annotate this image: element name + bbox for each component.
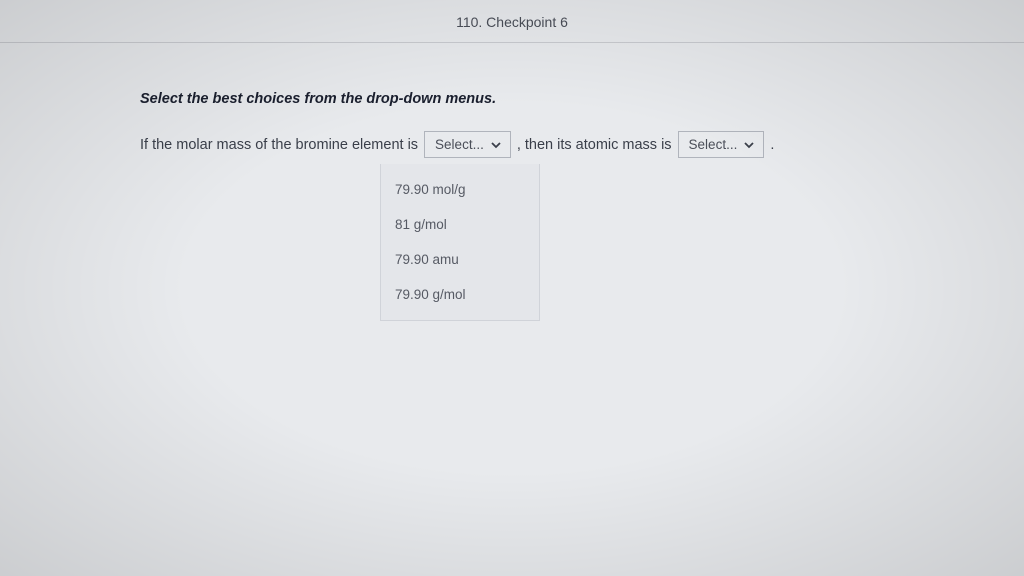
dropdown-option[interactable]: 79.90 amu	[381, 242, 539, 277]
atomic-mass-select[interactable]: Select...	[678, 131, 765, 158]
question-title: 110. Checkpoint 6	[456, 14, 568, 30]
molar-mass-select[interactable]: Select...	[424, 131, 511, 158]
sentence-part-1: If the molar mass of the bromine element…	[140, 137, 418, 153]
content-area: Select the best choices from the drop-do…	[0, 43, 1024, 158]
select-label: Select...	[689, 137, 738, 152]
dropdown-option[interactable]: 79.90 mol/g	[381, 172, 539, 207]
sentence-part-2: , then its atomic mass is	[517, 137, 672, 153]
sentence-part-3: .	[770, 137, 774, 153]
dropdown-option[interactable]: 79.90 g/mol	[381, 277, 539, 312]
chevron-down-icon	[490, 139, 502, 151]
dropdown-option[interactable]: 81 g/mol	[381, 207, 539, 242]
question-sentence: If the molar mass of the bromine element…	[140, 131, 1024, 158]
select-label: Select...	[435, 137, 484, 152]
page-header: 110. Checkpoint 6	[0, 0, 1024, 43]
molar-mass-dropdown-panel: 79.90 mol/g 81 g/mol 79.90 amu 79.90 g/m…	[380, 164, 540, 321]
chevron-down-icon	[743, 139, 755, 151]
instruction-text: Select the best choices from the drop-do…	[140, 91, 1024, 107]
